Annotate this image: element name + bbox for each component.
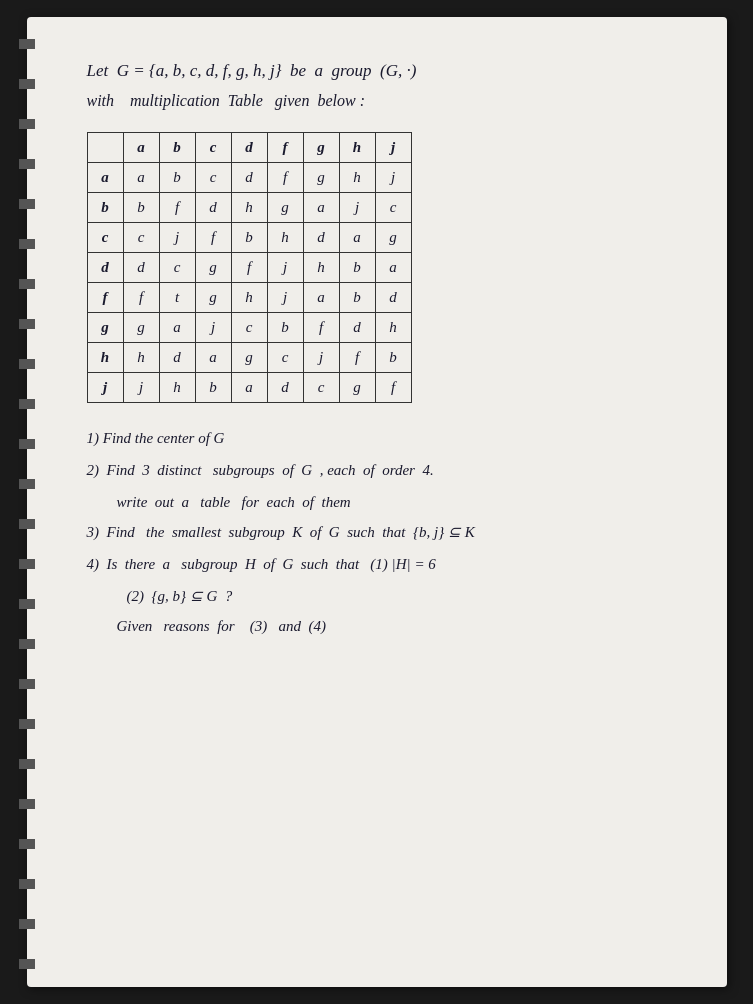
question-given: Given reasons for (3) and (4) (117, 611, 677, 641)
col-header-g: g (303, 132, 339, 162)
col-header-j: j (375, 132, 411, 162)
row-label-a: a (87, 162, 123, 192)
question-2-cont: write out a table for each of them (117, 487, 677, 517)
table-row-h: h h d a g c j f b (87, 342, 411, 372)
table-row-a: a a b c d f g h j (87, 162, 411, 192)
col-header-f: f (267, 132, 303, 162)
corner-cell (87, 132, 123, 162)
question-3: 3) Find the smallest subgroup K of G suc… (87, 517, 677, 547)
question-4: 4) Is there a subgroup H of G such that … (87, 549, 677, 579)
row-label-c: c (87, 222, 123, 252)
col-header-d: d (231, 132, 267, 162)
notebook-page: Let G = {a, b, c, d, f, g, h, j} be a gr… (27, 17, 727, 987)
row-label-d: d (87, 252, 123, 282)
questions-section: 1) Find the center of G 2) Find 3 distin… (87, 423, 677, 641)
col-header-h: h (339, 132, 375, 162)
title-section: Let G = {a, b, c, d, f, g, h, j} be a gr… (87, 57, 677, 114)
title-line1: Let G = {a, b, c, d, f, g, h, j} be a gr… (87, 57, 677, 84)
row-label-h: h (87, 342, 123, 372)
table-row-b: b b f d h g a j c (87, 192, 411, 222)
table-row-j: j j h b a d c g f (87, 372, 411, 402)
question-1: 1) Find the center of G (87, 423, 677, 453)
col-header-c: c (195, 132, 231, 162)
question-4b: (2) {g, b} ⊆ G ? (127, 581, 677, 611)
row-label-b: b (87, 192, 123, 222)
col-header-b: b (159, 132, 195, 162)
title-line2: with multiplication Table given below : (87, 88, 677, 114)
row-label-f: f (87, 282, 123, 312)
multiplication-table: a b c d f g h j a a b c d f g h j b (87, 132, 677, 403)
table-row-c: c c j f b h d a g (87, 222, 411, 252)
row-label-j: j (87, 372, 123, 402)
question-2: 2) Find 3 distinct subgroups of G , each… (87, 455, 677, 485)
table-header-row: a b c d f g h j (87, 132, 411, 162)
table-row-d: d d c g f j h b a (87, 252, 411, 282)
row-label-g: g (87, 312, 123, 342)
col-header-a: a (123, 132, 159, 162)
table-row-f: f f t g h j a b d (87, 282, 411, 312)
table-row-g: g g a j c b f d h (87, 312, 411, 342)
